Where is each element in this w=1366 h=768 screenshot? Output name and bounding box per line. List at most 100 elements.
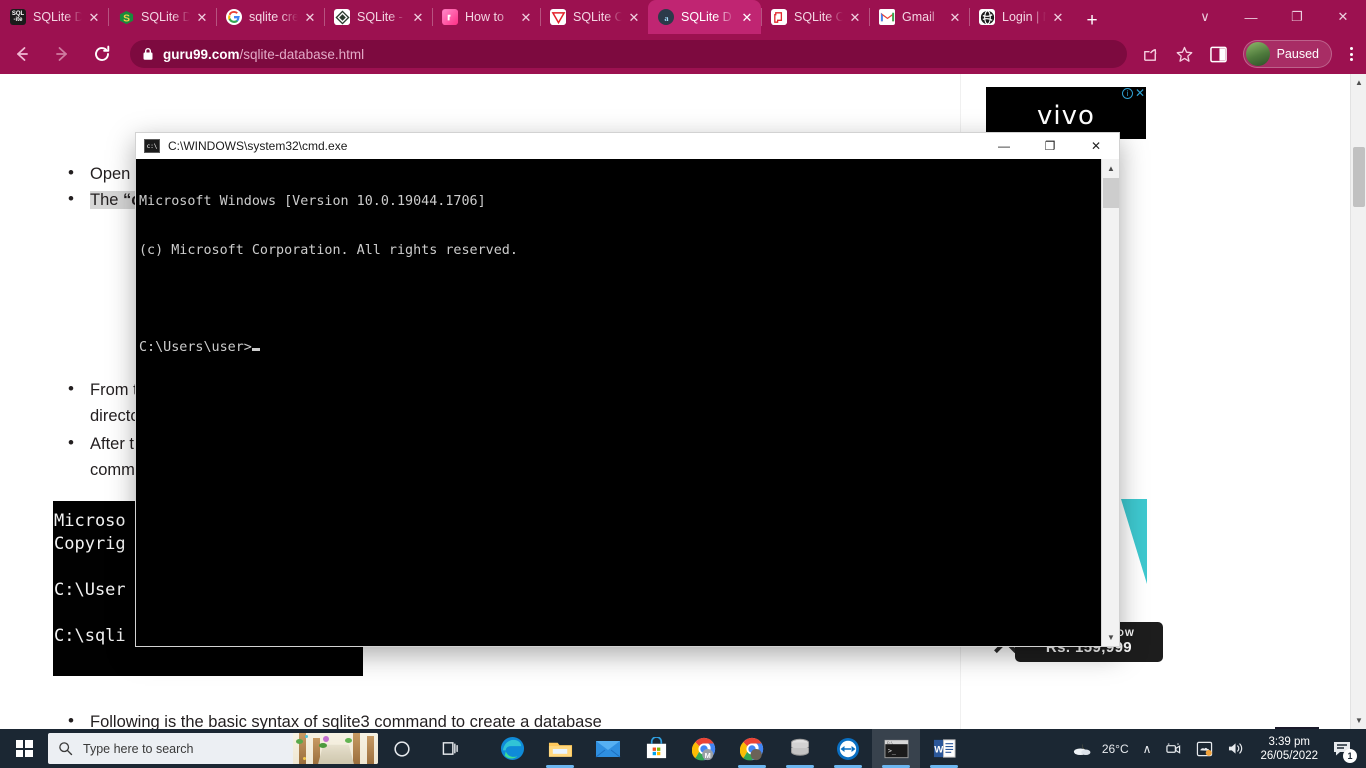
browser-tab-0[interactable]: SQL -ite SQLite D ✕ [0,0,108,34]
taskbar-app-database[interactable] [776,729,824,768]
cortana-circle-icon[interactable] [378,729,426,768]
browser-tab-1[interactable]: S SQLite D ✕ [108,0,216,34]
onedrive-sync-icon[interactable] [1189,729,1220,768]
cmd-prompt-text: C:\Users\user> [139,340,252,356]
star-icon[interactable] [1169,38,1201,70]
ad-brand-label: vivo [1037,101,1095,131]
taskbar-app-command-prompt[interactable]: C:\ >_ [872,729,920,768]
tab-title: SQLite D [141,10,190,24]
taskbar-app-chrome-profile-2[interactable] [728,729,776,768]
cmd-scrollbar[interactable]: ▲ ▼ [1101,159,1119,646]
tab-close-button[interactable]: ✕ [86,9,102,25]
page-scrollbar[interactable]: ▲ ▼ [1350,74,1366,729]
adchoices-info-icon[interactable]: i [1121,88,1133,99]
bullet-text-4a: After t [90,435,135,453]
browser-tab-7[interactable]: SQLite C ✕ [761,0,869,34]
taskbar-app-file-explorer[interactable] [536,729,584,768]
search-icon [58,741,73,756]
url-path: /sqlite-database.html [239,46,365,62]
browser-tab-4[interactable]: How to ✕ [432,0,540,34]
clock[interactable]: 3:39 pm 26/05/2022 [1252,735,1326,763]
system-tray: 26°C ∧ 3:39 pm 26/05/2022 1 [1066,729,1366,768]
taskbar-app-microsoft-store[interactable] [632,729,680,768]
profile-status-label: Paused [1276,47,1319,61]
scrollbar-thumb[interactable] [1353,147,1365,207]
cmd-scrollbar-thumb[interactable] [1103,178,1119,208]
weather-widget[interactable]: 26°C [1066,729,1136,768]
tab-separator [540,8,541,26]
browser-tab-3[interactable]: SQLite - ✕ [324,0,432,34]
cmd-maximize-button[interactable]: ❐ [1027,133,1073,159]
browser-tab-5[interactable]: SQLite C ✕ [540,0,648,34]
tab-separator [216,8,217,26]
tab-close-button[interactable]: ✕ [194,9,210,25]
cmd-scroll-down-arrow[interactable]: ▼ [1102,628,1119,646]
new-tab-button[interactable]: + [1078,6,1106,34]
window-close-button[interactable]: ✕ [1320,0,1366,34]
taskbar-app-microsoft-edge[interactable] [488,729,536,768]
scroll-down-arrow[interactable]: ▼ [1351,712,1366,729]
search-input[interactable]: Type here to search [48,733,378,764]
tab-title: SQLite C [573,10,622,24]
tab-close-button[interactable]: ✕ [302,9,318,25]
browser-tab-6-active[interactable]: a SQLite D ✕ [648,0,761,34]
share-icon[interactable] [1135,38,1167,70]
svg-text:M: M [705,750,711,759]
gmail-icon [879,9,895,25]
cmd-window-controls: — ❐ ✕ [981,133,1119,159]
tab-close-button[interactable]: ✕ [410,9,426,25]
tab-list-chevron-icon[interactable]: ∨ [1182,0,1228,34]
action-center-icon[interactable]: 1 [1326,729,1362,768]
partly-cloudy-moon-icon [1073,741,1095,757]
taskbar-app-chrome-profile-m[interactable]: M [680,729,728,768]
tab-title: SQLite D [33,10,82,24]
cmd-minimize-button[interactable]: — [981,133,1027,159]
command-prompt-window[interactable]: c:\ C:\WINDOWS\system32\cmd.exe — ❐ ✕ Mi… [136,133,1119,646]
window-minimize-button[interactable]: — [1228,0,1274,34]
three-dot-menu-icon[interactable] [1336,38,1366,70]
tab-close-button[interactable]: ✕ [626,9,642,25]
browser-tab-9[interactable]: Login | N ✕ [969,0,1072,34]
windows-taskbar: Type here to search M C:\ >_ W 26°C ∧ 3:… [0,729,1366,768]
taskbar-app-mail[interactable] [584,729,632,768]
side-panel-icon[interactable] [1203,38,1235,70]
address-bar[interactable]: guru99.com /sqlite-database.html [130,40,1127,68]
tab-separator [108,8,109,26]
cmd-title-bar[interactable]: c:\ C:\WINDOWS\system32\cmd.exe — ❐ ✕ [136,133,1119,159]
browser-tab-8[interactable]: Gmail ✕ [869,0,969,34]
ad-banner-vivo[interactable]: vivo i ✕ [986,87,1146,139]
tab-close-button[interactable]: ✕ [1050,9,1066,25]
back-button[interactable] [4,38,40,70]
windows-start-icon[interactable] [0,729,48,768]
tab-close-button[interactable]: ✕ [518,9,534,25]
browser-chrome: SQL -ite SQLite D ✕ S SQLite D ✕ sqlite c… [0,0,1366,74]
adchoices-controls[interactable]: i ✕ [1121,87,1145,99]
task-view-icon[interactable] [426,729,474,768]
tab-title: SQLite - [357,10,403,24]
forward-button[interactable] [44,38,80,70]
tab-title: SQLite C [794,10,843,24]
ad-close-icon[interactable]: ✕ [1135,87,1145,99]
cmd-console-body[interactable]: Microsoft Windows [Version 10.0.19044.17… [136,159,1119,646]
reload-button[interactable] [84,38,120,70]
ad-teal-shape [1121,499,1147,584]
taskbar-app-microsoft-word[interactable]: W [920,729,968,768]
tab-close-button[interactable]: ✕ [947,9,963,25]
tab-title: How to [465,10,504,24]
svg-text:>_: >_ [887,746,896,754]
tray-chevron-icon[interactable]: ∧ [1136,729,1159,768]
cmd-close-button[interactable]: ✕ [1073,133,1119,159]
browser-tab-2[interactable]: sqlite cre ✕ [216,0,324,34]
bullet-text-3b: directo [90,407,140,425]
speaker-icon[interactable] [1220,729,1252,768]
taskbar-app-teamviewer[interactable] [824,729,872,768]
window-maximize-button[interactable]: ❐ [1274,0,1320,34]
camera-privacy-icon[interactable] [1158,729,1189,768]
tab-close-button[interactable]: ✕ [847,9,863,25]
tab-close-button[interactable]: ✕ [739,9,755,25]
scroll-up-arrow[interactable]: ▲ [1351,74,1366,91]
cmd-scroll-up-arrow[interactable]: ▲ [1102,159,1119,177]
tab-title: Gmail [902,10,935,24]
profile-chip[interactable]: Paused [1242,40,1332,68]
tab-title: SQLite D [681,10,732,24]
